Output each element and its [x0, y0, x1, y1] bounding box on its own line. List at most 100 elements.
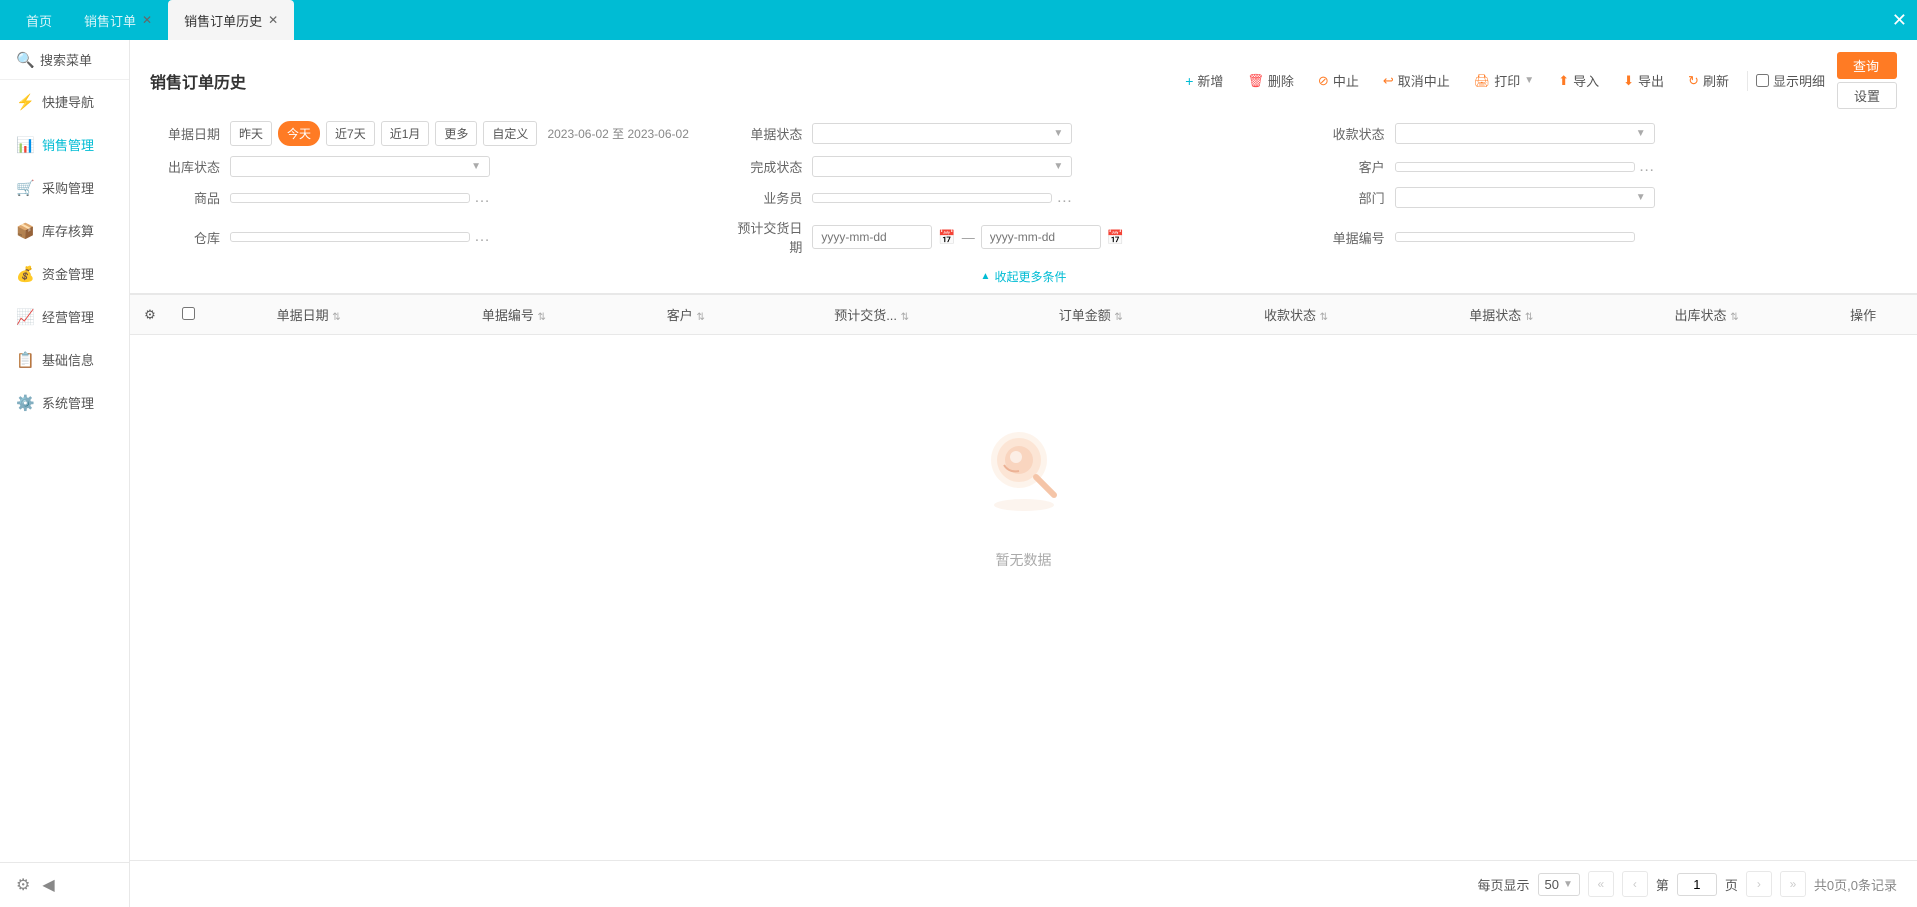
- date-btn-yesterday[interactable]: 昨天: [230, 121, 272, 146]
- delivery-date-start-calendar[interactable]: 📅: [938, 229, 955, 246]
- quick-nav-icon: ⚡: [16, 93, 34, 111]
- th-expected-delivery[interactable]: 预计交货... ⇅: [755, 295, 988, 335]
- tab-sales-order[interactable]: 销售订单 ✕: [68, 0, 168, 40]
- salesperson-input[interactable]: [812, 193, 1052, 203]
- department-select[interactable]: ▼: [1395, 187, 1655, 208]
- th-payment-status-label: 收款状态: [1264, 308, 1316, 323]
- sidebar-item-business-mgmt[interactable]: 📈 经营管理: [0, 295, 129, 338]
- collapse-bar[interactable]: ▲ 收起更多条件: [150, 264, 1897, 289]
- department-label: 部门: [1315, 188, 1395, 207]
- sidebar-item-quick-nav-label: 快捷导航: [42, 92, 94, 111]
- sidebar-item-sales-mgmt[interactable]: 📊 销售管理: [0, 123, 129, 166]
- date-btn-last7[interactable]: 近7天: [326, 121, 375, 146]
- toolbar: + 新增 🗑 删除 ⊘ 中止 ↩ 取消中止: [1175, 52, 1897, 109]
- warehouse-input[interactable]: [230, 232, 470, 242]
- delivery-date-end-calendar[interactable]: 📅: [1107, 229, 1124, 246]
- payment-status-arrow: ▼: [1636, 128, 1646, 139]
- first-page-button[interactable]: «: [1588, 871, 1614, 897]
- product-input[interactable]: [230, 193, 470, 203]
- delete-button[interactable]: 🗑 删除: [1237, 66, 1304, 95]
- payment-status-select[interactable]: ▼: [1395, 123, 1655, 144]
- salesperson-dots[interactable]: …: [1056, 189, 1072, 207]
- filter-expected-delivery-col: 预计交货日期 📅 — 📅: [732, 218, 1314, 256]
- display-columns-input[interactable]: [1756, 74, 1769, 87]
- delivery-status-select[interactable]: ▼: [230, 156, 490, 177]
- print-button[interactable]: 🖨 打印 ▼: [1464, 66, 1544, 95]
- collapse-text: 收起更多条件: [994, 268, 1066, 285]
- th-payment-status[interactable]: 收款状态 ⇅: [1193, 295, 1398, 335]
- th-customer[interactable]: 客户 ⇅: [617, 295, 756, 335]
- th-delivery-status[interactable]: 出库状态 ⇅: [1604, 295, 1809, 335]
- cancel-stop-button[interactable]: ↩ 取消中止: [1373, 66, 1460, 95]
- sidebar-settings-icon[interactable]: ⚙: [16, 875, 30, 895]
- select-all-checkbox[interactable]: [182, 307, 195, 320]
- th-order-status[interactable]: 单据状态 ⇅: [1399, 295, 1604, 335]
- page-input[interactable]: [1677, 873, 1717, 896]
- product-dots[interactable]: …: [474, 189, 490, 207]
- sidebar-item-inventory[interactable]: 📦 库存核算: [0, 209, 129, 252]
- refresh-label: 刷新: [1703, 71, 1729, 90]
- sidebar-collapse-icon[interactable]: ◀: [42, 875, 54, 895]
- display-columns-checkbox[interactable]: 显示明细: [1756, 71, 1825, 90]
- filter-row-1: 单据日期 昨天 今天 近7天 近1月 更多 自定义 2023-06-02 至 2…: [150, 121, 1897, 146]
- settings-button[interactable]: 设置: [1837, 82, 1897, 109]
- empty-svg: [974, 415, 1074, 515]
- sidebar-item-system-mgmt-label: 系统管理: [42, 393, 94, 412]
- query-button[interactable]: 查询: [1837, 52, 1897, 79]
- last-page-button[interactable]: »: [1780, 871, 1806, 897]
- sidebar-item-purchase-mgmt[interactable]: 🛒 采购管理: [0, 166, 129, 209]
- th-date[interactable]: 单据日期 ⇅: [206, 295, 411, 335]
- delivery-status-label: 出库状态: [150, 157, 230, 176]
- delivery-date-start[interactable]: [812, 225, 932, 249]
- th-number[interactable]: 单据编号 ⇅: [411, 295, 616, 335]
- tab-sales-order-history-close[interactable]: ✕: [268, 13, 278, 27]
- warehouse-dots[interactable]: …: [474, 228, 490, 246]
- th-amount[interactable]: 订单金额 ⇅: [988, 295, 1193, 335]
- completion-status-select[interactable]: ▼: [812, 156, 1072, 177]
- query-label: 查询: [1853, 56, 1879, 75]
- import-label: 导入: [1573, 71, 1599, 90]
- tab-sales-order-history[interactable]: 销售订单历史 ✕: [168, 0, 294, 40]
- window-close-icon[interactable]: ✕: [1892, 10, 1907, 31]
- sidebar-item-system-mgmt[interactable]: ⚙️ 系统管理: [0, 381, 129, 424]
- sidebar-item-inventory-label: 库存核算: [42, 221, 94, 240]
- empty-text: 暂无数据: [996, 550, 1052, 570]
- filter-row-2: 出库状态 ▼ 完成状态 ▼ 客户: [150, 156, 1897, 177]
- sidebar-item-basic-info[interactable]: 📋 基础信息: [0, 338, 129, 381]
- import-button[interactable]: ⬆ 导入: [1548, 66, 1609, 95]
- date-btn-custom[interactable]: 自定义: [483, 121, 537, 146]
- gear-icon: ⚙: [144, 307, 156, 322]
- customer-input[interactable]: [1395, 162, 1635, 172]
- th-date-label: 单据日期: [277, 308, 329, 323]
- new-button[interactable]: + 新增: [1175, 66, 1233, 95]
- purchase-mgmt-icon: 🛒: [16, 179, 34, 197]
- customer-dots[interactable]: …: [1639, 158, 1655, 176]
- sidebar-item-capital-mgmt[interactable]: 💰 资金管理: [0, 252, 129, 295]
- tab-home[interactable]: 首页: [10, 0, 68, 40]
- order-status-select[interactable]: ▼: [812, 123, 1072, 144]
- date-btn-more[interactable]: 更多: [435, 121, 477, 146]
- next-page-button[interactable]: ›: [1746, 871, 1772, 897]
- th-order-status-sort: ⇅: [1525, 312, 1533, 323]
- delivery-status-arrow: ▼: [471, 161, 481, 172]
- order-status-label: 单据状态: [732, 124, 812, 143]
- content-area: 销售订单历史 + 新增 🗑 删除 ⊘ 中止 ↩: [130, 40, 1917, 907]
- export-button[interactable]: ⬇ 导出: [1613, 66, 1674, 95]
- sidebar-item-search-menu[interactable]: 🔍 搜索菜单: [0, 40, 129, 80]
- order-number-input[interactable]: [1395, 232, 1635, 242]
- date-btn-last1month[interactable]: 近1月: [381, 121, 430, 146]
- refresh-button[interactable]: ↻ 刷新: [1678, 66, 1739, 95]
- delivery-date-end[interactable]: [981, 225, 1101, 249]
- customer-filter-label: 客户: [1315, 157, 1395, 176]
- page-size-select[interactable]: 50 ▼: [1538, 873, 1580, 896]
- tab-sales-order-close[interactable]: ✕: [142, 13, 152, 27]
- completion-status-label: 完成状态: [732, 157, 812, 176]
- sidebar-item-basic-info-label: 基础信息: [42, 350, 94, 369]
- th-check[interactable]: [170, 295, 206, 335]
- date-btn-today[interactable]: 今天: [278, 121, 320, 146]
- filter-salesperson-col: 业务员 …: [732, 188, 1314, 207]
- sidebar-item-quick-nav[interactable]: ⚡ 快捷导航: [0, 80, 129, 123]
- stop-button[interactable]: ⊘ 中止: [1308, 66, 1369, 95]
- prev-page-button[interactable]: ‹: [1622, 871, 1648, 897]
- th-gear[interactable]: ⚙: [130, 295, 170, 335]
